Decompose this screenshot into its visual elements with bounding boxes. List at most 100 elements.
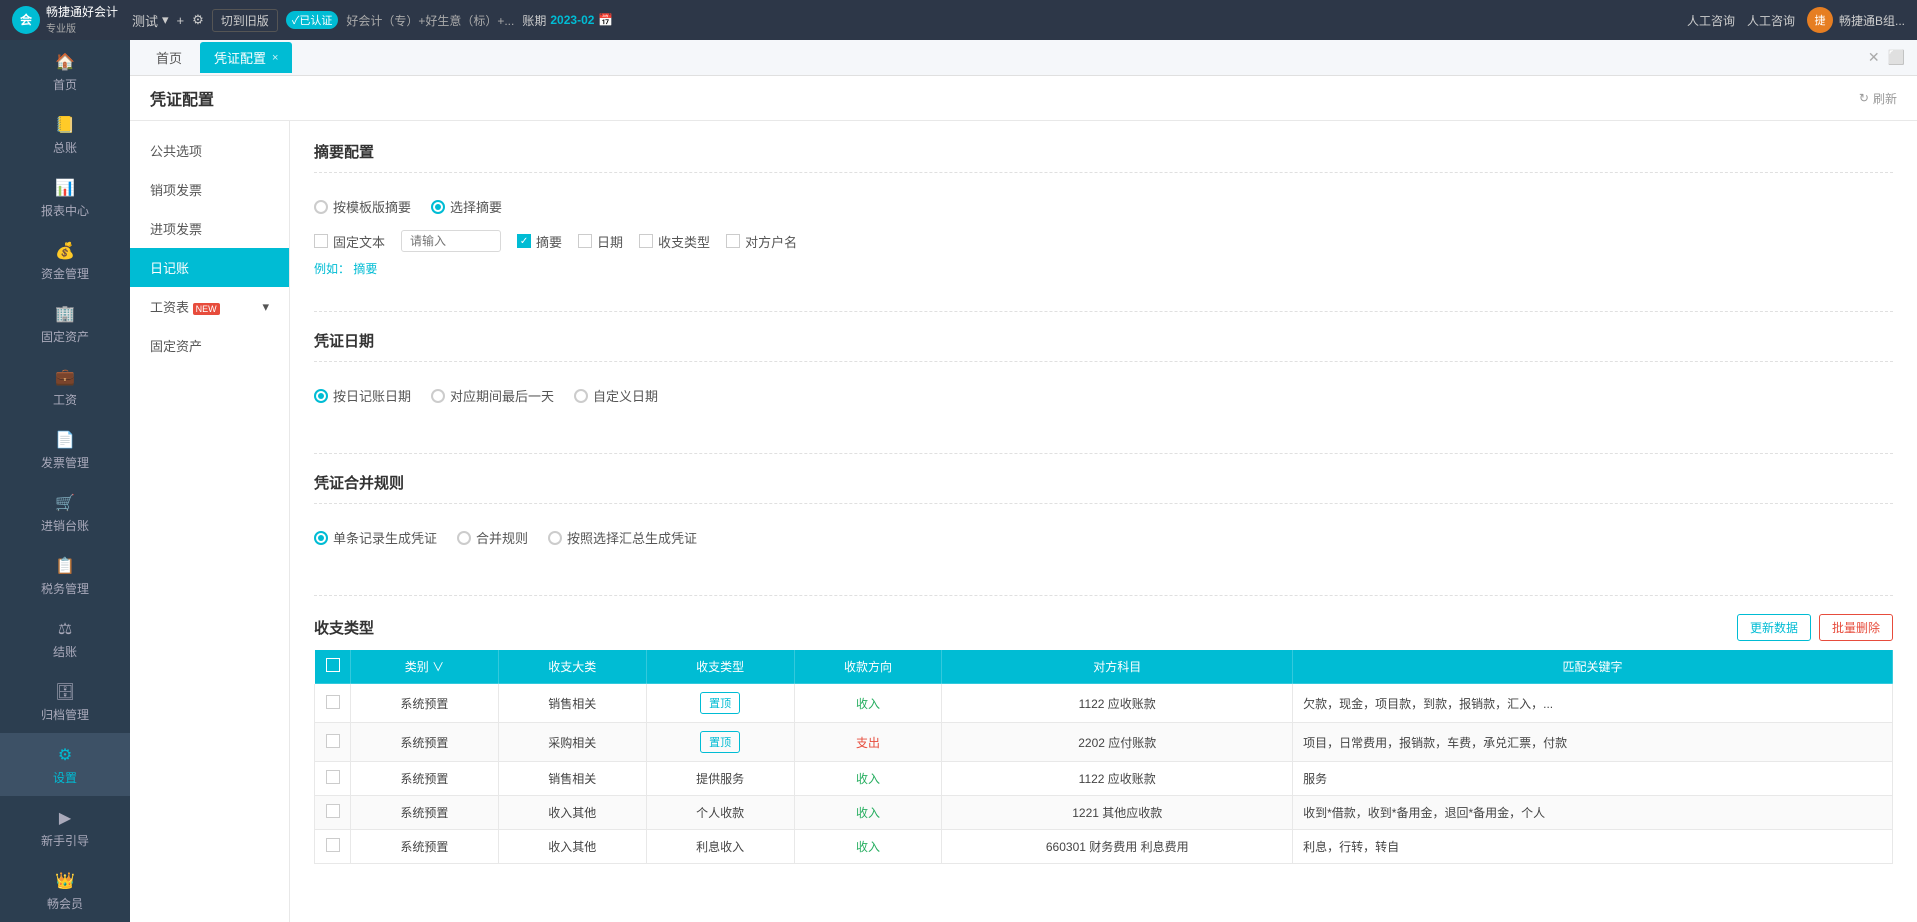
type-tag[interactable]: 置顶	[700, 692, 740, 714]
td-category: 系统预置	[351, 723, 499, 762]
voucher-date-title: 凭证日期	[314, 330, 1893, 362]
summary-config-section: 摘要配置 按模板版摘要 选择摘要	[314, 141, 1893, 287]
switch-old-btn[interactable]: 切到旧版	[212, 9, 278, 32]
fixed-text-input[interactable]	[401, 230, 501, 252]
th-subject: 对方科目	[942, 650, 1293, 684]
type-tag[interactable]: 置顶	[700, 731, 740, 753]
cb-box-type	[639, 234, 653, 248]
row-checkbox-cell[interactable]	[315, 684, 351, 723]
consult-label[interactable]: 人工咨询	[1747, 12, 1795, 29]
settings-icon[interactable]: ⚙	[192, 12, 204, 28]
content-wrap: 公共选项 销项发票 进项发票 日记账 工资表 NEW ▾ 固定资产	[130, 121, 1917, 922]
tab-home[interactable]: 首页	[142, 42, 196, 73]
row-checkbox-cell[interactable]	[315, 762, 351, 796]
td-major: 销售相关	[498, 762, 646, 796]
window-maximize-icon[interactable]: ⬜	[1888, 49, 1905, 66]
tab-voucher-config[interactable]: 凭证配置 ×	[200, 42, 292, 73]
left-nav-public[interactable]: 公共选项	[130, 131, 289, 170]
left-nav-journal[interactable]: 日记账	[130, 248, 289, 287]
sidebar-label-member: 畅会员	[47, 895, 83, 912]
row-checkbox-cell[interactable]	[315, 796, 351, 830]
tax-icon: 📋	[55, 556, 75, 576]
window-close-icon[interactable]: ✕	[1868, 49, 1880, 66]
row-checkbox-cell[interactable]	[315, 723, 351, 762]
cb-box-fixed-text	[314, 234, 328, 248]
batch-delete-btn[interactable]: 批量删除	[1819, 614, 1893, 641]
sidebar-item-reports[interactable]: 📊 报表中心	[0, 166, 130, 229]
checkbox-date[interactable]: 日期	[578, 232, 623, 251]
sidebar-item-funds[interactable]: 💰 资金管理	[0, 229, 130, 292]
td-subject: 1122 应收账款	[942, 762, 1293, 796]
sidebar-item-ledger[interactable]: 📒 总账	[0, 103, 130, 166]
sidebar-item-invoices[interactable]: 📄 发票管理	[0, 418, 130, 481]
sidebar-item-purchase[interactable]: 🛒 进销台账	[0, 481, 130, 544]
radio-single[interactable]: 单条记录生成凭证	[314, 528, 437, 547]
voucher-date-body: 按日记账日期 对应期间最后一天 自定义日期	[314, 376, 1893, 429]
refresh-btn[interactable]: ↻ 刷新	[1859, 90, 1897, 107]
radio-circle-single	[314, 531, 328, 545]
row-checkbox[interactable]	[326, 804, 340, 818]
table-row: 系统预置销售相关置顶收入1122 应收账款欠款，现金，项目款，到款，报销款，汇入…	[315, 684, 1893, 723]
radio-merge[interactable]: 合并规则	[457, 528, 528, 547]
sidebar-item-guide[interactable]: ▶ 新手引导	[0, 796, 130, 859]
summary-checkbox-row: 固定文本 ✓ 摘要 日期 收支类型	[314, 230, 1893, 252]
logo-text: 畅捷通好会计	[46, 5, 118, 19]
sidebar-item-close[interactable]: ⚖ 结账	[0, 607, 130, 670]
sidebar-label-home: 首页	[53, 76, 77, 93]
left-nav-purchase-inv[interactable]: 进项发票	[130, 209, 289, 248]
income-expense-table: 类别 ∨ 收支大类 收支类型 收款方向 对方科目 匹配关键字 系统预置销售相关置…	[314, 649, 1893, 864]
update-data-btn[interactable]: 更新数据	[1737, 614, 1811, 641]
calendar-icon[interactable]: 📅	[598, 13, 613, 27]
row-checkbox-cell[interactable]	[315, 830, 351, 864]
checkbox-type[interactable]: 收支类型	[639, 232, 710, 251]
left-nav-fixed-assets[interactable]: 固定资产	[130, 326, 289, 365]
radio-period-last[interactable]: 对应期间最后一天	[431, 386, 554, 405]
left-nav: 公共选项 销项发票 进项发票 日记账 工资表 NEW ▾ 固定资产	[130, 121, 290, 922]
sidebar-item-home[interactable]: 🏠 首页	[0, 40, 130, 103]
radio-by-select[interactable]: 按照选择汇总生成凭证	[548, 528, 697, 547]
td-type: 置顶	[646, 723, 794, 762]
checkbox-abstract[interactable]: ✓ 摘要	[517, 232, 562, 251]
left-nav-payroll[interactable]: 工资表 NEW ▾	[130, 287, 289, 326]
consult-link[interactable]: 人工咨询	[1687, 12, 1735, 29]
sidebar-label-settings: 设置	[53, 769, 77, 786]
sidebar-label-purchase: 进销台账	[41, 517, 89, 534]
merge-rules-section: 凭证合并规则 单条记录生成凭证 合并规则 按照选择汇总生	[314, 472, 1893, 571]
checkbox-counterparty[interactable]: 对方户名	[726, 232, 797, 251]
cb-box-counterparty	[726, 234, 740, 248]
radio-journal-date[interactable]: 按日记账日期	[314, 386, 411, 405]
sidebar-item-member[interactable]: 👑 畅会员	[0, 859, 130, 922]
sidebar-item-assets[interactable]: 🏢 固定资产	[0, 292, 130, 355]
row-checkbox[interactable]	[326, 734, 340, 748]
sidebar-item-settings[interactable]: ⚙ 设置	[0, 733, 130, 796]
sidebar-label-ledger: 总账	[53, 139, 77, 156]
header-checkbox[interactable]	[326, 658, 340, 672]
sidebar-item-archive[interactable]: 🗄 归档管理	[0, 670, 130, 733]
row-checkbox[interactable]	[326, 770, 340, 784]
table-row: 系统预置收入其他个人收款收入1221 其他应收款收到*借款，收到*备用金，退回*…	[315, 796, 1893, 830]
invoices-icon: 📄	[55, 430, 75, 450]
tab-close-icon[interactable]: ×	[272, 52, 278, 64]
branch-selector[interactable]: 测试 ▾	[132, 11, 169, 30]
row-checkbox[interactable]	[326, 695, 340, 709]
th-checkbox[interactable]	[315, 650, 351, 684]
assets-icon: 🏢	[55, 304, 75, 324]
sidebar: 🏠 首页 📒 总账 📊 报表中心 💰 资金管理 🏢 固定资产 💼 工资 📄 发票…	[0, 40, 130, 922]
user-area[interactable]: 捷 畅捷通B组...	[1807, 7, 1905, 33]
sidebar-item-salary[interactable]: 💼 工资	[0, 355, 130, 418]
radio-custom-date[interactable]: 自定义日期	[574, 386, 658, 405]
add-icon[interactable]: +	[177, 13, 185, 28]
left-nav-sales-inv[interactable]: 销项发票	[130, 170, 289, 209]
checkbox-fixed-text[interactable]: 固定文本	[314, 232, 385, 251]
app-logo: 会 畅捷通好会计 专业版	[12, 5, 122, 34]
sidebar-item-tax[interactable]: 📋 税务管理	[0, 544, 130, 607]
salary-icon: 💼	[55, 367, 75, 387]
sidebar-label-archive: 归档管理	[41, 706, 89, 723]
radio-select-summary[interactable]: 选择摘要	[431, 197, 502, 216]
row-checkbox[interactable]	[326, 838, 340, 852]
page-header: 凭证配置 ↻ 刷新	[130, 76, 1917, 121]
td-category: 系统预置	[351, 684, 499, 723]
radio-template-summary[interactable]: 按模板版摘要	[314, 197, 411, 216]
merge-rules-title: 凭证合并规则	[314, 472, 1893, 504]
td-direction: 收入	[794, 796, 942, 830]
